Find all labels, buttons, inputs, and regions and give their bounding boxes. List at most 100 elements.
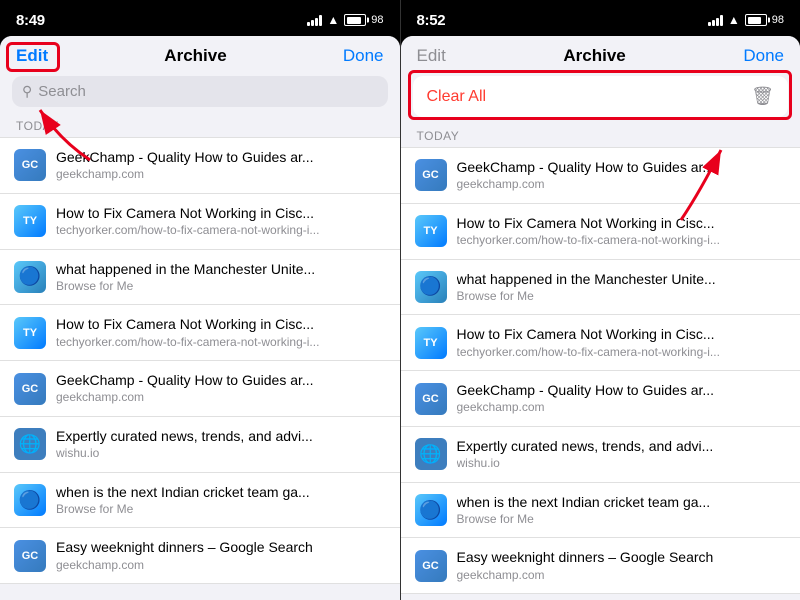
- item-title: Expertly curated news, trends, and advi.…: [56, 427, 386, 445]
- right-edit-button[interactable]: Edit: [417, 46, 446, 66]
- item-title: How to Fix Camera Not Working in Cisc...: [457, 214, 787, 232]
- item-subtitle: geekchamp.com: [56, 390, 386, 406]
- right-time: 8:52: [417, 12, 446, 29]
- item-title: Easy weeknight dinners – Google Search: [56, 538, 386, 556]
- search-icon: ⚲: [22, 83, 32, 100]
- list-item[interactable]: 🔵 when is the next Indian cricket team g…: [401, 483, 800, 539]
- left-nav-title: Archive: [164, 46, 226, 66]
- right-status-icons: ▲ 98: [708, 13, 784, 27]
- right-nav-title: Archive: [563, 46, 625, 66]
- right-status-bar: 8:52 ▲ 98: [401, 0, 800, 36]
- list-item[interactable]: GC GeekChamp - Quality How to Guides ar.…: [0, 361, 400, 417]
- list-item[interactable]: TY How to Fix Camera Not Working in Cisc…: [401, 315, 800, 371]
- right-section-header: TODAY: [401, 125, 800, 147]
- list-item[interactable]: 🔵 what happened in the Manchester Unite.…: [0, 250, 400, 306]
- item-title: what happened in the Manchester Unite...: [56, 260, 386, 278]
- avatar: TY: [14, 205, 46, 237]
- avatar: GC: [14, 149, 46, 181]
- left-search-bar[interactable]: ⚲ Search: [12, 76, 388, 107]
- avatar: 🌐: [415, 438, 447, 470]
- battery-level: 98: [772, 14, 784, 26]
- left-panel: 8:49 ▲ 98 Edit Archive Done ⚲: [0, 0, 400, 600]
- signal-icon: [708, 14, 723, 26]
- list-item[interactable]: 🌐 Expertly curated news, trends, and adv…: [401, 427, 800, 483]
- avatar: GC: [415, 383, 447, 415]
- avatar: 🔵: [415, 494, 447, 526]
- list-item[interactable]: 🔵 what happened in the Manchester Unite.…: [401, 260, 800, 316]
- left-section-header: TODAY: [0, 115, 400, 137]
- left-time: 8:49: [16, 12, 45, 29]
- right-done-button[interactable]: Done: [743, 46, 784, 66]
- list-item[interactable]: TY How to Fix Camera Not Working in Cisc…: [0, 305, 400, 361]
- item-subtitle: geekchamp.com: [457, 400, 787, 416]
- item-subtitle: techyorker.com/how-to-fix-camera-not-wor…: [457, 345, 787, 361]
- left-status-bar: 8:49 ▲ 98: [0, 0, 400, 36]
- list-item[interactable]: GC Easy weeknight dinners – Google Searc…: [401, 538, 800, 594]
- list-item[interactable]: 🌐 Expertly curated news, trends, and adv…: [0, 417, 400, 473]
- left-phone-content: Edit Archive Done ⚲ Search TODAY GC Geek…: [0, 36, 400, 600]
- left-nav-bar: Edit Archive Done: [0, 36, 400, 72]
- avatar: GC: [14, 373, 46, 405]
- item-title: when is the next Indian cricket team ga.…: [56, 483, 386, 501]
- wifi-icon: ▲: [728, 13, 740, 27]
- list-item[interactable]: GC Easy weeknight dinners – Google Searc…: [0, 528, 400, 584]
- item-title: Expertly curated news, trends, and advi.…: [457, 437, 787, 455]
- avatar: GC: [415, 159, 447, 191]
- item-title: Easy weeknight dinners – Google Search: [457, 548, 787, 566]
- item-subtitle: Browse for Me: [457, 289, 787, 305]
- wifi-icon: ▲: [327, 13, 339, 27]
- list-item[interactable]: TY How to Fix Camera Not Working in Cisc…: [401, 204, 800, 260]
- item-title: GeekChamp - Quality How to Guides ar...: [457, 158, 787, 176]
- avatar: 🔵: [14, 261, 46, 293]
- left-list: GC GeekChamp - Quality How to Guides ar.…: [0, 137, 400, 600]
- item-subtitle: geekchamp.com: [56, 558, 386, 574]
- item-title: How to Fix Camera Not Working in Cisc...: [56, 204, 386, 222]
- item-title: what happened in the Manchester Unite...: [457, 270, 787, 288]
- list-item[interactable]: GC GeekChamp - Quality How to Guides ar.…: [401, 147, 800, 204]
- trash-icon: 🗑: [751, 86, 774, 107]
- item-subtitle: geekchamp.com: [457, 568, 787, 584]
- signal-icon: [307, 14, 322, 26]
- avatar: 🔵: [415, 271, 447, 303]
- list-item[interactable]: GC GeekChamp - Quality How to Guides ar.…: [0, 137, 400, 194]
- avatar: 🌐: [14, 428, 46, 460]
- avatar: TY: [415, 215, 447, 247]
- avatar: GC: [14, 540, 46, 572]
- item-subtitle: techyorker.com/how-to-fix-camera-not-wor…: [457, 233, 787, 249]
- item-subtitle: Browse for Me: [56, 279, 386, 295]
- item-title: How to Fix Camera Not Working in Cisc...: [56, 315, 386, 333]
- item-subtitle: geekchamp.com: [56, 167, 386, 183]
- item-subtitle: geekchamp.com: [457, 177, 787, 193]
- item-subtitle: techyorker.com/how-to-fix-camera-not-wor…: [56, 335, 386, 351]
- list-item[interactable]: 🔵 when is the next Indian cricket team g…: [0, 473, 400, 529]
- item-subtitle: techyorker.com/how-to-fix-camera-not-wor…: [56, 223, 386, 239]
- item-subtitle: wishu.io: [56, 446, 386, 462]
- left-done-button[interactable]: Done: [343, 46, 384, 66]
- left-status-icons: ▲ 98: [307, 13, 383, 27]
- list-item[interactable]: TY How to Fix Camera Not Working in Cisc…: [0, 194, 400, 250]
- avatar: TY: [14, 317, 46, 349]
- item-title: GeekChamp - Quality How to Guides ar...: [56, 371, 386, 389]
- avatar: TY: [415, 327, 447, 359]
- avatar: 🔵: [14, 484, 46, 516]
- item-subtitle: wishu.io: [457, 456, 787, 472]
- clear-all-label: Clear All: [427, 88, 487, 106]
- left-search-placeholder: Search: [38, 83, 86, 100]
- item-subtitle: Browse for Me: [56, 502, 386, 518]
- left-search-container: ⚲ Search: [0, 72, 400, 115]
- left-edit-button[interactable]: Edit: [16, 46, 48, 66]
- item-title: GeekChamp - Quality How to Guides ar...: [56, 148, 386, 166]
- battery-level: 98: [371, 14, 383, 26]
- right-phone-content: Edit Archive Done Clear All 🗑 TODAY GC G…: [401, 36, 800, 600]
- clear-all-bar[interactable]: Clear All 🗑: [413, 76, 789, 117]
- right-list: GC GeekChamp - Quality How to Guides ar.…: [401, 147, 800, 600]
- item-subtitle: Browse for Me: [457, 512, 787, 528]
- item-title: GeekChamp - Quality How to Guides ar...: [457, 381, 787, 399]
- right-nav-bar: Edit Archive Done: [401, 36, 800, 72]
- avatar: GC: [415, 550, 447, 582]
- item-title: when is the next Indian cricket team ga.…: [457, 493, 787, 511]
- battery-icon: [344, 14, 366, 26]
- item-title: How to Fix Camera Not Working in Cisc...: [457, 325, 787, 343]
- list-item[interactable]: GC GeekChamp - Quality How to Guides ar.…: [401, 371, 800, 427]
- battery-icon: [745, 14, 767, 26]
